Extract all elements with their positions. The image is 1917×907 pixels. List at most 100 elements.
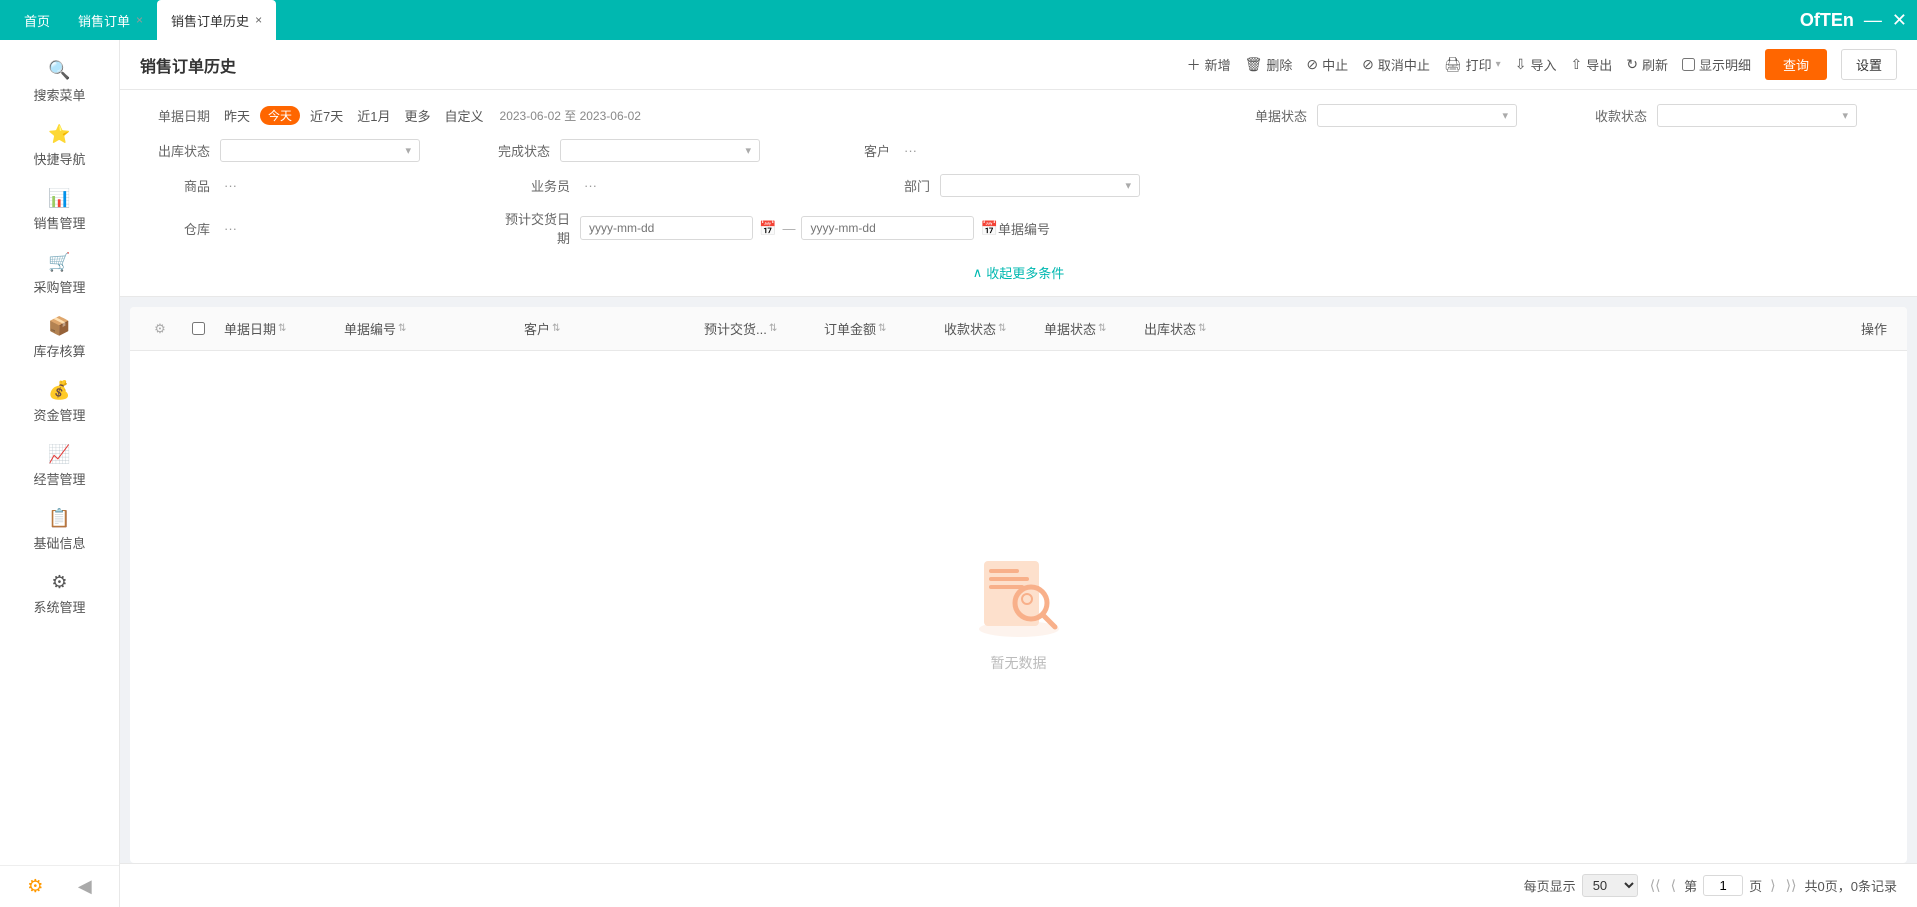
- sidebar-item-inventory-label: 库存核算: [33, 341, 85, 360]
- sidebar-item-search[interactable]: 🔍 搜索菜单: [0, 50, 119, 114]
- sidebar-item-system-label: 系统管理: [33, 597, 85, 616]
- col-num: 单据编号 ⇅: [336, 319, 516, 338]
- print-icon: 🖨: [1444, 56, 1462, 73]
- select-all-checkbox[interactable]: [192, 322, 205, 335]
- page-nav: ⟨⟨ ⟨ 第 页 ⟩ ⟩⟩ 共0页，0条记录: [1648, 875, 1897, 896]
- collapse-button[interactable]: ∧ 收起更多条件: [140, 259, 1897, 286]
- date-7days[interactable]: 近7天: [306, 105, 347, 126]
- cancel-stop-icon: ⊘: [1362, 56, 1374, 73]
- next-page-button[interactable]: ⟩: [1768, 877, 1777, 894]
- cancel-stop-button[interactable]: ⊘ 取消中止: [1362, 55, 1430, 74]
- order-no-label: 单据编号: [980, 219, 1060, 238]
- sidebar-item-system[interactable]: ⚙ 系统管理: [0, 562, 119, 626]
- warehouse-ellipsis[interactable]: ···: [220, 221, 241, 236]
- tab-sales-order-label: 销售订单: [78, 11, 130, 30]
- tab-sales-order-history[interactable]: 销售订单历史 ×: [157, 0, 276, 40]
- col-out-status-sort[interactable]: ⇅: [1198, 323, 1206, 334]
- tab-sales-order-history-close[interactable]: ×: [255, 13, 262, 27]
- tab-sales-order-close[interactable]: ×: [136, 13, 143, 27]
- customer-ellipsis[interactable]: ···: [900, 143, 921, 158]
- date-1month[interactable]: 近1月: [353, 105, 394, 126]
- per-page-select[interactable]: 50 10 20 100: [1582, 874, 1638, 897]
- delivery-date-to[interactable]: [801, 216, 974, 240]
- minimize-icon[interactable]: —: [1864, 10, 1882, 31]
- query-button[interactable]: 查询: [1765, 49, 1827, 80]
- sidebar-item-management[interactable]: 📈 经营管理: [0, 434, 119, 498]
- col-order-status-label: 单据状态: [1044, 319, 1096, 338]
- date-yesterday[interactable]: 昨天: [220, 105, 254, 126]
- stop-button[interactable]: ⊘ 中止: [1306, 55, 1348, 74]
- delete-label: 删除: [1266, 55, 1292, 74]
- sidebar-settings-icon[interactable]: ⚙: [27, 876, 43, 897]
- complete-status-label: 完成状态: [480, 141, 560, 160]
- date-label: 单据日期: [140, 106, 220, 125]
- new-button[interactable]: ＋ 新增: [1187, 55, 1231, 75]
- col-order-status-sort[interactable]: ⇅: [1098, 323, 1106, 334]
- empty-illustration: [959, 541, 1079, 641]
- tab-sales-order[interactable]: 销售订单 ×: [64, 0, 157, 40]
- dept-arrow: ▾: [1125, 179, 1131, 192]
- col-out-status: 出库状态 ⇅: [1136, 319, 1236, 338]
- refresh-button[interactable]: ↻ 刷新: [1626, 55, 1668, 74]
- search-icon: 🔍: [48, 60, 70, 81]
- sidebar-item-quicknav[interactable]: ⭐ 快捷导航: [0, 114, 119, 178]
- management-icon: 📈: [48, 444, 70, 465]
- date-custom[interactable]: 自定义: [441, 105, 488, 126]
- sidebar-bottom: ⚙ ◀: [0, 865, 119, 907]
- col-action-label: 操作: [1861, 319, 1887, 338]
- main-layout: 🔍 搜索菜单 ⭐ 快捷导航 📊 销售管理 🛒 采购管理 📦 库存核算 💰 资金管…: [0, 40, 1917, 907]
- import-button[interactable]: ⇩ 导入: [1515, 55, 1557, 74]
- order-status-select[interactable]: ▾: [1317, 104, 1517, 127]
- calendar-from-icon[interactable]: 📅: [759, 220, 776, 237]
- last-page-button[interactable]: ⟩⟩: [1784, 877, 1799, 894]
- sidebar-item-basic-info[interactable]: 📋 基础信息: [0, 498, 119, 562]
- col-delivery-sort[interactable]: ⇅: [769, 323, 777, 334]
- tab-home[interactable]: 首页: [10, 0, 64, 40]
- prev-page-button[interactable]: ⟨: [1669, 877, 1678, 894]
- date-more[interactable]: 更多: [401, 105, 435, 126]
- sidebar-collapse-icon[interactable]: ◀: [78, 876, 92, 897]
- goods-ellipsis[interactable]: ···: [220, 178, 241, 193]
- col-num-sort[interactable]: ⇅: [398, 323, 406, 334]
- salesman-control: ···: [580, 178, 840, 193]
- salesman-ellipsis[interactable]: ···: [580, 178, 601, 193]
- cancel-stop-label: 取消中止: [1378, 55, 1430, 74]
- date-today[interactable]: 今天: [260, 106, 300, 125]
- col-amount-sort[interactable]: ⇅: [878, 323, 886, 334]
- filter-row-3: 商品 ··· 业务员 ··· 部门 ▾: [140, 174, 1897, 197]
- system-icon: ⚙: [51, 572, 67, 593]
- setting-button[interactable]: 设置: [1841, 49, 1897, 80]
- tab-sales-order-history-label: 销售订单历史: [171, 11, 249, 30]
- recv-status-select[interactable]: ▾: [1657, 104, 1857, 127]
- export-button[interactable]: ⇧ 导出: [1570, 55, 1612, 74]
- out-status-select[interactable]: ▾: [220, 139, 420, 162]
- goods-label: 商品: [140, 176, 220, 195]
- table-settings-icon[interactable]: ⚙: [140, 321, 180, 337]
- order-status-arrow: ▾: [1502, 109, 1508, 122]
- dept-select[interactable]: ▾: [940, 174, 1140, 197]
- col-num-label: 单据编号: [344, 319, 396, 338]
- sidebar-item-sales[interactable]: 📊 销售管理: [0, 178, 119, 242]
- import-label: 导入: [1530, 55, 1556, 74]
- sidebar-item-purchase-label: 采购管理: [33, 277, 85, 296]
- sidebar-item-inventory[interactable]: 📦 库存核算: [0, 306, 119, 370]
- import-icon: ⇩: [1515, 56, 1527, 73]
- warehouse-control: ···: [220, 221, 480, 236]
- first-page-button[interactable]: ⟨⟨: [1648, 877, 1663, 894]
- page-input[interactable]: [1703, 875, 1743, 896]
- delivery-date-from[interactable]: [580, 216, 753, 240]
- col-customer-sort[interactable]: ⇅: [552, 323, 560, 334]
- sidebar-item-finance[interactable]: 💰 资金管理: [0, 370, 119, 434]
- sidebar-item-purchase[interactable]: 🛒 采购管理: [0, 242, 119, 306]
- inventory-icon: 📦: [48, 316, 70, 337]
- out-status-control: ▾: [220, 139, 460, 162]
- print-button[interactable]: 🖨 打印 ▾: [1444, 55, 1501, 74]
- close-icon[interactable]: ✕: [1892, 10, 1907, 31]
- col-recv-sort[interactable]: ⇅: [998, 323, 1006, 334]
- dept-label: 部门: [860, 176, 940, 195]
- delete-button[interactable]: 🗑 删除: [1245, 55, 1293, 74]
- col-date-sort[interactable]: ⇅: [278, 323, 286, 334]
- display-toggle-checkbox[interactable]: [1682, 58, 1695, 71]
- col-customer-label: 客户: [524, 319, 550, 338]
- complete-status-select[interactable]: ▾: [560, 139, 760, 162]
